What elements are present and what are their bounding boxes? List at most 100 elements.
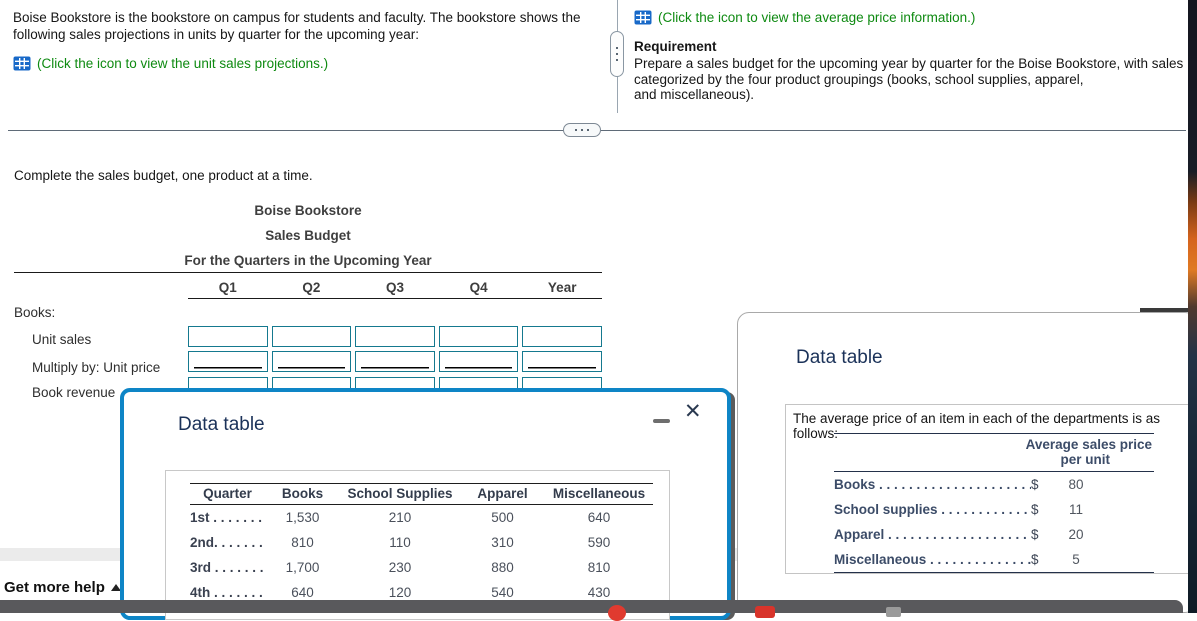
cell-value: 880: [491, 560, 514, 575]
get-more-help-button[interactable]: Get more help: [4, 579, 121, 596]
col-miscellaneous: Miscellaneous: [552, 486, 646, 501]
table-icon[interactable]: [13, 56, 31, 71]
unit-sales-q3-input[interactable]: [355, 326, 435, 347]
unit-sales-q1-input[interactable]: [188, 326, 268, 347]
unit-price-q2-input[interactable]: [271, 351, 352, 372]
requirement-line: Prepare a sales budget for the upcoming …: [634, 56, 1184, 71]
price-label: School supplies . . . . . . . . . . . . …: [834, 502, 1031, 517]
price-panel-title: Data table: [796, 347, 883, 368]
cell-value: 430: [587, 585, 611, 600]
price-row-miscellaneous: Miscellaneous . . . . . . . . . . . . . …: [834, 547, 1154, 572]
pane-resize-handle[interactable]: [610, 31, 624, 77]
col-header-q4: Q4: [469, 280, 488, 295]
get-more-help-label: Get more help: [4, 579, 105, 596]
col-quarter: Quarter: [203, 486, 252, 501]
question-right-pane: (Click the icon to view the average pric…: [634, 10, 1186, 103]
price-label: Apparel . . . . . . . . . . . . . . . . …: [834, 527, 1031, 542]
table-row: 3rd . . . . . . . 1,700 230 880 810: [190, 555, 653, 580]
drag-dots-icon: [616, 53, 618, 55]
cell-value: 230: [388, 560, 412, 575]
row-label: 1st . . . . . . .: [190, 510, 263, 525]
unit-sales-year-input[interactable]: [522, 326, 602, 347]
price-value: 80: [1068, 477, 1084, 492]
unit-sales-projections-link-row[interactable]: (Click the icon to view the unit sales p…: [13, 55, 593, 72]
unit-sales-q4-input[interactable]: [438, 326, 519, 347]
price-value: 5: [1072, 552, 1080, 567]
dock-icon-red-circle: [608, 605, 626, 621]
cell-value: 810: [587, 560, 611, 575]
unit-price-q1-input[interactable]: [188, 351, 268, 372]
unit-price-q4-input[interactable]: [438, 351, 519, 372]
price-rule-bottom: [834, 572, 1154, 573]
currency-symbol: $: [1031, 552, 1039, 567]
col-school-supplies: School Supplies: [347, 486, 453, 501]
col-header-year: Year: [547, 280, 577, 295]
budget-rule-header: [188, 298, 602, 299]
instruction-text: Complete the sales budget, one product a…: [14, 168, 313, 183]
col-header-q2: Q2: [302, 280, 321, 295]
table-icon[interactable]: [634, 10, 652, 25]
cell-value: 210: [388, 510, 412, 525]
ellipsis-icon: [581, 129, 583, 131]
cell-value: 590: [587, 535, 611, 550]
average-price-data-table-panel: Data table The average price of an item …: [737, 312, 1197, 613]
price-row-school-supplies: School supplies . . . . . . . . . . . . …: [834, 497, 1154, 522]
cell-value: 310: [491, 535, 514, 550]
row-label-book-revenue: Book revenue: [32, 385, 116, 400]
currency-symbol: $: [1031, 502, 1039, 517]
question-intro: Boise Bookstore is the bookstore on camp…: [13, 10, 581, 42]
unit-sales-q2-input[interactable]: [271, 326, 352, 347]
price-row-books: Books . . . . . . . . . . . . . . . . . …: [834, 472, 1154, 497]
dock-icon-gray: [886, 607, 901, 617]
price-header-line2: per unit: [1060, 452, 1111, 467]
unit-sales-input-row: [188, 326, 602, 347]
unit-sales-table: Quarter Books School Supplies Apparel Mi…: [190, 483, 653, 606]
budget-title-period: For the Quarters in the Upcoming Year: [184, 253, 432, 268]
budget-column-headers: Q1 Q2 Q3 Q4 Year: [188, 280, 602, 295]
minimize-button[interactable]: [653, 419, 670, 423]
row-label: 3rd . . . . . . .: [190, 560, 264, 575]
dialog-table-box: Quarter Books School Supplies Apparel Mi…: [165, 470, 670, 620]
requirement-line: categorized by the four product grouping…: [634, 71, 1084, 87]
books-section-label: Books:: [14, 305, 56, 320]
table-row: 1st . . . . . . . 1,530 210 500 640: [190, 505, 653, 530]
row-label-unit-price: Multiply by: Unit price: [32, 360, 161, 375]
row-label: 4th . . . . . . .: [190, 585, 263, 600]
cell-value: 1,700: [285, 560, 320, 575]
requirement-line: and miscellaneous).: [634, 87, 755, 102]
cell-value: 640: [291, 585, 314, 600]
window-edge-shadow: [1140, 308, 1189, 312]
cell-value: 120: [388, 585, 412, 600]
currency-symbol: $: [1031, 527, 1039, 542]
unit-price-input-row: [188, 351, 602, 372]
section-expander-button[interactable]: [563, 123, 601, 137]
row-label: 2nd. . . . . . .: [190, 535, 263, 550]
price-value: 11: [1068, 502, 1083, 517]
col-header-q1: Q1: [218, 280, 237, 295]
requirement-title: Requirement: [634, 38, 717, 54]
average-price-link-row[interactable]: (Click the icon to view the average pric…: [634, 10, 1186, 26]
cell-value: 640: [587, 510, 611, 525]
sales-budget-worksheet: Boise Bookstore Sales Budget For the Qua…: [14, 196, 602, 411]
dock-bar: [0, 600, 1183, 613]
unit-price-q3-input[interactable]: [355, 351, 435, 372]
row-label-unit-sales: Unit sales: [32, 332, 92, 347]
price-row-apparel: Apparel . . . . . . . . . . . . . . . . …: [834, 522, 1154, 547]
unit-price-year-input[interactable]: [522, 351, 602, 372]
average-price-link[interactable]: (Click the icon to view the average pric…: [658, 10, 975, 26]
cell-value: 810: [291, 535, 314, 550]
budget-title-company: Boise Bookstore: [254, 203, 362, 218]
price-label: Books . . . . . . . . . . . . . . . . . …: [834, 477, 1031, 492]
price-label: Miscellaneous . . . . . . . . . . . . . …: [834, 552, 1031, 567]
price-header-line1: Average sales price: [1025, 437, 1152, 452]
unit-sales-projections-link[interactable]: (Click the icon to view the unit sales p…: [37, 55, 328, 72]
col-header-q3: Q3: [385, 280, 404, 295]
price-table-header: Average sales price per unit: [834, 434, 1154, 471]
cell-value: 500: [491, 510, 514, 525]
price-table-box: The average price of an item in each of …: [785, 404, 1196, 574]
currency-symbol: $: [1031, 477, 1039, 492]
close-icon[interactable]: ✕: [684, 400, 702, 424]
budget-rule-top: [14, 272, 602, 273]
desktop-wallpaper-edge: [1188, 0, 1197, 613]
cell-value: 540: [491, 585, 514, 600]
